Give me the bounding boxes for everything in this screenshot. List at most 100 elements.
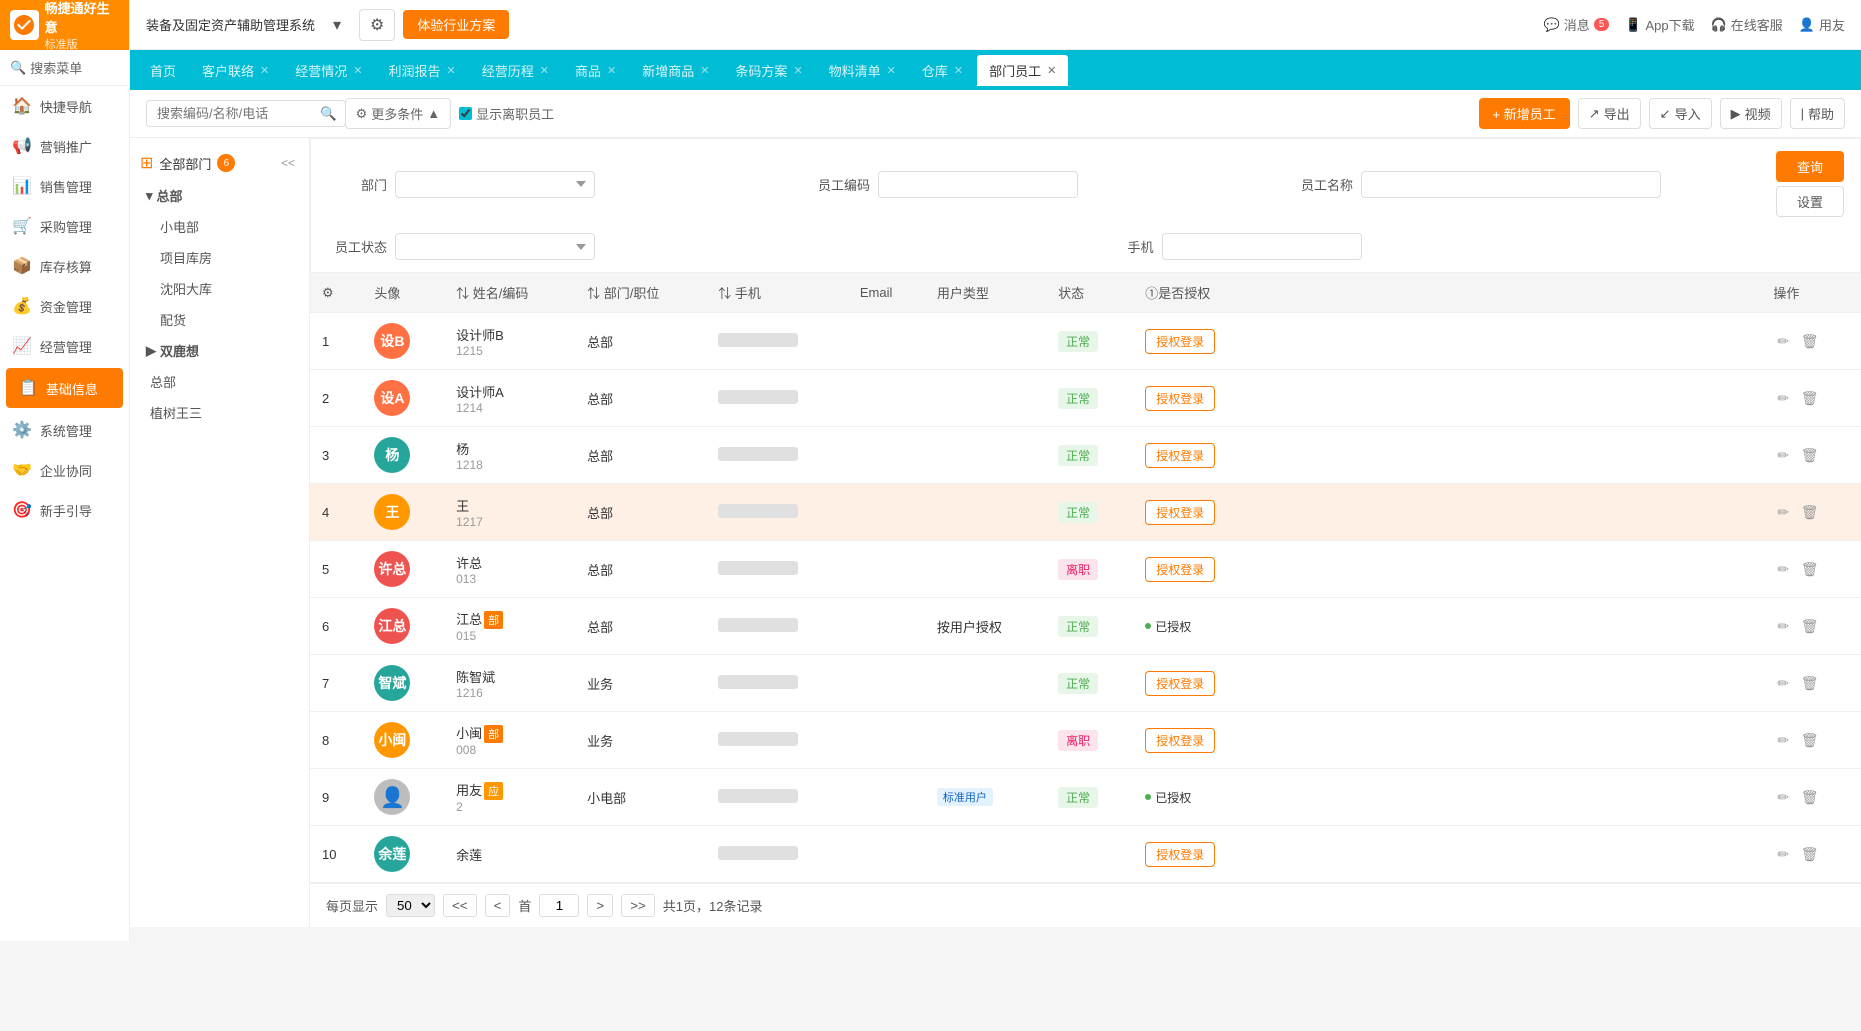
edit-btn[interactable]: ✏ — [1773, 844, 1793, 865]
sidebar-item-basic-info[interactable]: 📋 基础信息 — [6, 368, 123, 408]
sidebar-search[interactable]: 🔍 搜索菜单 — [0, 50, 129, 86]
delete-btn[interactable]: 🗑 — [1797, 616, 1823, 637]
delete-btn[interactable]: 🗑 — [1797, 730, 1823, 751]
edit-btn[interactable]: ✏ — [1773, 730, 1793, 751]
dept-item-dispatch[interactable]: 配货 — [140, 304, 309, 335]
dept-tree-header[interactable]: ⊞ 全部部门 6 << — [130, 146, 309, 180]
auth-btn[interactable]: 授权登录 — [1145, 329, 1215, 354]
dept-item-zhishu[interactable]: 植树王三 — [130, 397, 309, 428]
sidebar-item-sales[interactable]: 📊 销售管理 — [0, 166, 129, 206]
edit-btn[interactable]: ✏ — [1773, 502, 1793, 523]
tab-customer[interactable]: 客户联络✕ — [190, 55, 281, 86]
add-employee-btn[interactable]: + 新增员工 — [1479, 98, 1570, 129]
dept-tree-parent-hq[interactable]: ▾ 总部 — [130, 180, 309, 211]
tab-profit[interactable]: 利润报告✕ — [376, 55, 467, 86]
first-page-btn[interactable]: << — [443, 894, 477, 917]
auth-btn[interactable]: 授权登录 — [1145, 671, 1215, 696]
emp-status-select[interactable] — [395, 233, 595, 260]
show-resigned-label[interactable]: 显示离职员工 — [459, 104, 554, 123]
help-btn[interactable]: | 帮助 — [1790, 98, 1845, 129]
search-input[interactable] — [146, 100, 346, 127]
close-icon[interactable]: ✕ — [887, 64, 896, 77]
sidebar-item-nav[interactable]: 🏠 快捷导航 — [0, 86, 129, 126]
prev-page-btn[interactable]: < — [485, 894, 511, 917]
tab-warehouse[interactable]: 仓库✕ — [910, 55, 975, 86]
tab-home[interactable]: 首页 — [138, 55, 188, 86]
sidebar-item-finance[interactable]: 💰 资金管理 — [0, 286, 129, 326]
sidebar-item-collab[interactable]: 🤝 企业协同 — [0, 450, 129, 490]
dept-item-shenyang[interactable]: 沈阳大库 — [140, 273, 309, 304]
user-profile-btn[interactable]: 👤 用友 — [1799, 15, 1845, 34]
message-btn[interactable]: 💬 消息 5 — [1544, 15, 1610, 34]
app-download-btn[interactable]: 📱 App下载 — [1625, 15, 1694, 34]
tab-barcode[interactable]: 条码方案✕ — [723, 55, 814, 86]
close-icon[interactable]: ✕ — [353, 64, 362, 77]
edit-btn[interactable]: ✏ — [1773, 445, 1793, 466]
delete-btn[interactable]: 🗑 — [1797, 331, 1823, 352]
export-btn[interactable]: ↗ 导出 — [1578, 98, 1641, 129]
show-resigned-checkbox[interactable] — [459, 107, 472, 120]
edit-btn[interactable]: ✏ — [1773, 673, 1793, 694]
delete-btn[interactable]: 🗑 — [1797, 445, 1823, 466]
delete-btn[interactable]: 🗑 — [1797, 502, 1823, 523]
dept-item-project[interactable]: 项目库房 — [140, 242, 309, 273]
delete-btn[interactable]: 🗑 — [1797, 844, 1823, 865]
tab-operations[interactable]: 经营情况✕ — [283, 55, 374, 86]
sidebar-item-operations[interactable]: 📈 经营管理 — [0, 326, 129, 366]
next-page-btn[interactable]: > — [587, 894, 613, 917]
close-icon[interactable]: ✕ — [447, 64, 456, 77]
filter-settings-btn[interactable]: 设置 — [1776, 186, 1844, 217]
import-btn[interactable]: ↙ 导入 — [1649, 98, 1712, 129]
emp-code-input[interactable] — [878, 171, 1078, 198]
close-icon[interactable]: ✕ — [793, 64, 802, 77]
delete-btn[interactable]: 🗑 — [1797, 673, 1823, 694]
search-button[interactable]: 🔍 — [320, 106, 337, 122]
dropdown-btn[interactable]: ▾ — [323, 10, 351, 40]
dept-item-xiaodian[interactable]: 小电部 — [140, 211, 309, 242]
video-btn[interactable]: ▶ 视频 — [1720, 98, 1782, 129]
close-icon[interactable]: ✕ — [954, 64, 963, 77]
tab-bom[interactable]: 物料清单✕ — [817, 55, 908, 86]
edit-btn[interactable]: ✏ — [1773, 559, 1793, 580]
sidebar-item-purchase[interactable]: 🛒 采购管理 — [0, 206, 129, 246]
edit-btn[interactable]: ✏ — [1773, 616, 1793, 637]
close-icon[interactable]: ✕ — [700, 64, 709, 77]
tab-history[interactable]: 经营历程✕ — [470, 55, 561, 86]
auth-btn[interactable]: 授权登录 — [1145, 443, 1215, 468]
close-icon[interactable]: ✕ — [1047, 64, 1056, 77]
auth-btn[interactable]: 授权登录 — [1145, 557, 1215, 582]
auth-btn[interactable]: 授权登录 — [1145, 386, 1215, 411]
collapse-tree-btn[interactable]: << — [277, 152, 299, 174]
delete-btn[interactable]: 🗑 — [1797, 388, 1823, 409]
close-icon[interactable]: ✕ — [540, 64, 549, 77]
edit-btn[interactable]: ✏ — [1773, 388, 1793, 409]
phone-input[interactable] — [1162, 233, 1362, 260]
sidebar-item-marketing[interactable]: 📢 营销推广 — [0, 126, 129, 166]
delete-btn[interactable]: 🗑 — [1797, 787, 1823, 808]
delete-btn[interactable]: 🗑 — [1797, 559, 1823, 580]
sidebar-item-system[interactable]: ⚙️ 系统管理 — [0, 410, 129, 450]
tab-new-product[interactable]: 新增商品✕ — [630, 55, 721, 86]
sidebar-item-inventory[interactable]: 📦 库存核算 — [0, 246, 129, 286]
settings-btn[interactable]: ⚙ — [359, 9, 395, 41]
emp-name-input[interactable] — [1361, 171, 1661, 198]
last-page-btn[interactable]: >> — [621, 894, 655, 917]
tab-product[interactable]: 商品✕ — [563, 55, 628, 86]
auth-btn[interactable]: 授权登录 — [1145, 500, 1215, 525]
page-number-input[interactable] — [539, 894, 579, 917]
query-btn[interactable]: 查询 — [1776, 151, 1844, 182]
online-service-btn[interactable]: 🎧 在线客服 — [1711, 15, 1783, 34]
close-icon[interactable]: ✕ — [607, 64, 616, 77]
edit-btn[interactable]: ✏ — [1773, 787, 1793, 808]
per-page-select[interactable]: 50 — [386, 894, 435, 917]
more-filters-btn[interactable]: ⚙ 更多条件 ▲ — [345, 98, 452, 129]
close-icon[interactable]: ✕ — [260, 64, 269, 77]
dept-filter-select[interactable] — [395, 171, 595, 198]
tab-employees[interactable]: 部门员工✕ — [977, 55, 1068, 86]
auth-btn[interactable]: 授权登录 — [1145, 728, 1215, 753]
sidebar-item-guide[interactable]: 🎯 新手引导 — [0, 490, 129, 530]
edit-btn[interactable]: ✏ — [1773, 331, 1793, 352]
dept-item-zongbu[interactable]: 总部 — [130, 366, 309, 397]
dept-tree-parent-shuanglu[interactable]: ▶ 双鹿想 — [130, 335, 309, 366]
auth-btn[interactable]: 授权登录 — [1145, 842, 1215, 867]
